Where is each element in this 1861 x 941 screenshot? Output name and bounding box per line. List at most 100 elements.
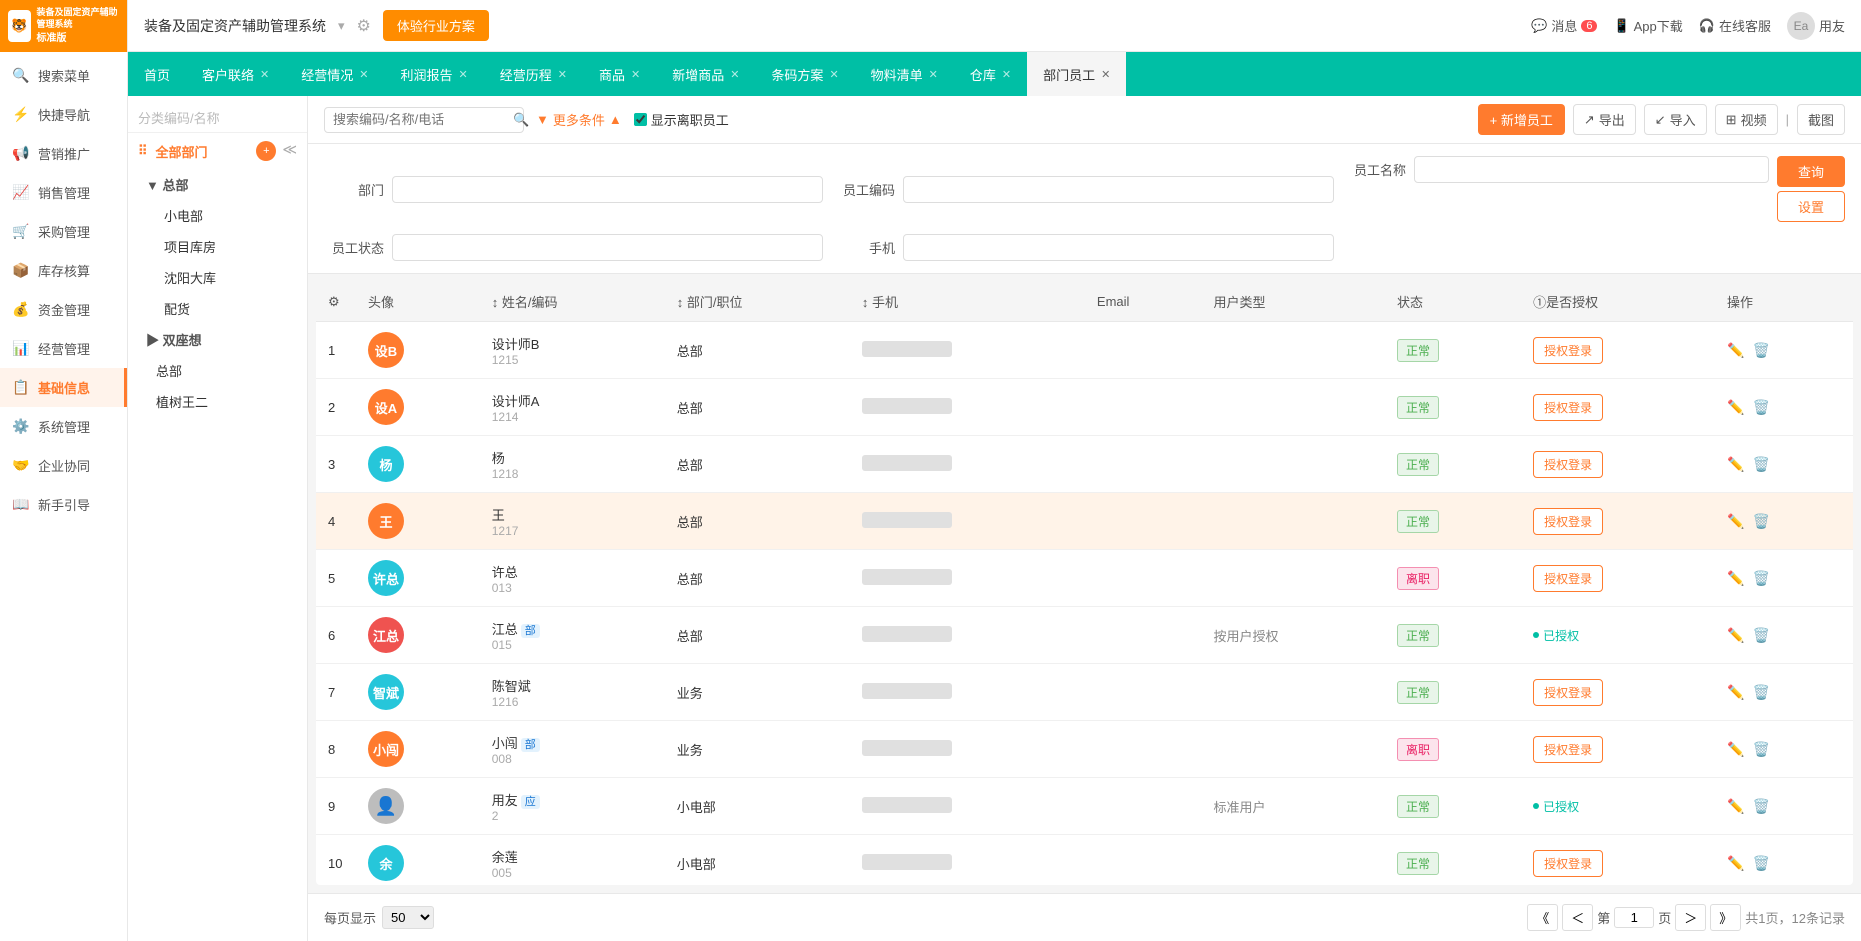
online-support-btn[interactable]: 🎧 在线客服: [1699, 16, 1771, 35]
emp-code-input[interactable]: [903, 176, 1334, 203]
sidebar-item-purchase[interactable]: 🛒 采购管理: [0, 212, 127, 251]
sidebar-item-operations[interactable]: 📊 经营管理: [0, 329, 127, 368]
th-name-code[interactable]: ↕ 姓名/编码: [480, 282, 665, 322]
sidebar-item-guide[interactable]: 📖 新手引导: [0, 485, 127, 524]
per-page-select[interactable]: 50 100: [382, 906, 434, 929]
tree-add-btn[interactable]: +: [256, 141, 276, 161]
tab-close-profit[interactable]: ✕: [459, 68, 468, 81]
th-settings[interactable]: ⚙: [316, 282, 356, 322]
tab-close-barcode[interactable]: ✕: [829, 68, 838, 81]
tree-item-double-seat[interactable]: ▶ 双座想: [136, 324, 307, 355]
tab-add-goods[interactable]: 新增商品✕: [656, 52, 755, 96]
sidebar-item-inventory[interactable]: 📦 库存核算: [0, 251, 127, 290]
more-conditions-btn[interactable]: ▼ 更多条件 ▲: [536, 110, 622, 129]
delete-btn[interactable]: 🗑️: [1752, 684, 1769, 701]
delete-btn[interactable]: 🗑️: [1752, 399, 1769, 416]
sidebar-item-search[interactable]: 🔍 搜索菜单: [0, 56, 127, 95]
auth-button[interactable]: 授权登录: [1533, 508, 1603, 535]
delete-btn[interactable]: 🗑️: [1752, 627, 1769, 644]
tab-home[interactable]: 首页: [128, 52, 186, 96]
tree-item-headquarter-group[interactable]: ▼ 总部: [136, 169, 307, 200]
tree-item-project-room[interactable]: 项目库房: [136, 231, 307, 262]
tab-bom[interactable]: 物料清单✕: [855, 52, 954, 96]
edit-btn[interactable]: ✏️: [1727, 855, 1744, 872]
tab-close-add-goods[interactable]: ✕: [730, 68, 739, 81]
tree-item-plant-king[interactable]: 植树王二: [136, 386, 307, 417]
edit-btn[interactable]: ✏️: [1727, 741, 1744, 758]
tree-item-shenyang[interactable]: 沈阳大库: [136, 262, 307, 293]
delete-btn[interactable]: 🗑️: [1752, 798, 1769, 815]
sidebar-item-marketing[interactable]: 📢 营销推广: [0, 134, 127, 173]
delete-btn[interactable]: 🗑️: [1752, 456, 1769, 473]
tab-operations-status[interactable]: 经营情况✕: [285, 52, 384, 96]
tab-history[interactable]: 经营历程✕: [484, 52, 583, 96]
tree-item-distribution[interactable]: 配货: [136, 293, 307, 324]
delete-btn[interactable]: 🗑️: [1752, 855, 1769, 872]
edit-btn[interactable]: ✏️: [1727, 399, 1744, 416]
auth-button[interactable]: 授权登录: [1533, 394, 1603, 421]
tab-close-customer[interactable]: ✕: [260, 68, 269, 81]
resigned-checkbox-input[interactable]: [634, 113, 647, 126]
tab-warehouse[interactable]: 仓库✕: [954, 52, 1027, 96]
edit-btn[interactable]: ✏️: [1727, 456, 1744, 473]
auth-button[interactable]: 授权登录: [1533, 451, 1603, 478]
message-btn[interactable]: 💬 消息 6: [1531, 16, 1597, 35]
view-btn[interactable]: ⊞ 视频: [1715, 104, 1778, 135]
phone-input[interactable]: [903, 234, 1334, 261]
tab-staff[interactable]: 部门员工✕: [1027, 52, 1126, 96]
tab-close-goods[interactable]: ✕: [631, 68, 640, 81]
tab-profit[interactable]: 利润报告✕: [384, 52, 483, 96]
edit-btn[interactable]: ✏️: [1727, 798, 1744, 815]
topbar-gear[interactable]: ⚙: [357, 16, 371, 36]
prev-page-btn[interactable]: ＜: [1562, 904, 1593, 931]
th-phone[interactable]: ↕ 手机: [850, 282, 1085, 322]
delete-btn[interactable]: 🗑️: [1752, 513, 1769, 530]
edit-btn[interactable]: ✏️: [1727, 627, 1744, 644]
tree-collapse-btn[interactable]: ≪: [282, 141, 297, 161]
tree-item-headquarters[interactable]: 总部: [136, 355, 307, 386]
tab-close-bom[interactable]: ✕: [929, 68, 938, 81]
tree-search-input[interactable]: [138, 111, 308, 126]
tab-close-staff[interactable]: ✕: [1101, 68, 1110, 81]
th-dept-position[interactable]: ↕ 部门/职位: [665, 282, 850, 322]
edit-btn[interactable]: ✏️: [1727, 513, 1744, 530]
tab-close-history[interactable]: ✕: [558, 68, 567, 81]
emp-name-input[interactable]: [1414, 156, 1769, 183]
auth-button[interactable]: 授权登录: [1533, 850, 1603, 877]
emp-status-select[interactable]: [392, 234, 823, 261]
app-download-btn[interactable]: 📱 App下载: [1613, 16, 1682, 35]
tab-goods[interactable]: 商品✕: [583, 52, 656, 96]
edit-btn[interactable]: ✏️: [1727, 684, 1744, 701]
search-btn[interactable]: 查询: [1777, 156, 1845, 187]
dept-select[interactable]: [392, 176, 823, 203]
tab-close-warehouse[interactable]: ✕: [1002, 68, 1011, 81]
sidebar-item-enterprise[interactable]: 🤝 企业协同: [0, 446, 127, 485]
sidebar-item-basic-info[interactable]: 📋 基础信息: [0, 368, 127, 407]
delete-btn[interactable]: 🗑️: [1752, 570, 1769, 587]
show-resigned-checkbox[interactable]: 显示离职员工: [634, 110, 729, 129]
sidebar-item-system[interactable]: ⚙️ 系统管理: [0, 407, 127, 446]
auth-button[interactable]: 授权登录: [1533, 679, 1603, 706]
auth-button[interactable]: 授权登录: [1533, 736, 1603, 763]
edit-btn[interactable]: ✏️: [1727, 570, 1744, 587]
tab-barcode[interactable]: 条码方案✕: [755, 52, 854, 96]
sidebar-item-quick-nav[interactable]: ⚡ 快捷导航: [0, 95, 127, 134]
add-employee-btn[interactable]: + 新增员工: [1478, 104, 1565, 135]
screenshot-btn[interactable]: 截图: [1797, 104, 1845, 135]
tab-close-ops[interactable]: ✕: [359, 68, 368, 81]
tab-customer[interactable]: 客户联络✕: [186, 52, 285, 96]
export-btn[interactable]: ↗ 导出: [1573, 104, 1636, 135]
import-btn[interactable]: ↙ 导入: [1644, 104, 1707, 135]
user-menu[interactable]: Ea 用友: [1787, 12, 1845, 40]
next-page-btn[interactable]: ＞: [1675, 904, 1706, 931]
first-page-btn[interactable]: 《: [1527, 904, 1558, 931]
sidebar-item-finance[interactable]: 💰 资金管理: [0, 290, 127, 329]
delete-btn[interactable]: 🗑️: [1752, 741, 1769, 758]
settings-btn[interactable]: 设置: [1777, 191, 1845, 222]
sidebar-item-sales[interactable]: 📈 销售管理: [0, 173, 127, 212]
page-number-input[interactable]: [1614, 907, 1654, 928]
search-input[interactable]: [333, 112, 509, 127]
auth-button[interactable]: 授权登录: [1533, 565, 1603, 592]
tree-item-small-elec[interactable]: 小电部: [136, 200, 307, 231]
auth-button[interactable]: 授权登录: [1533, 337, 1603, 364]
